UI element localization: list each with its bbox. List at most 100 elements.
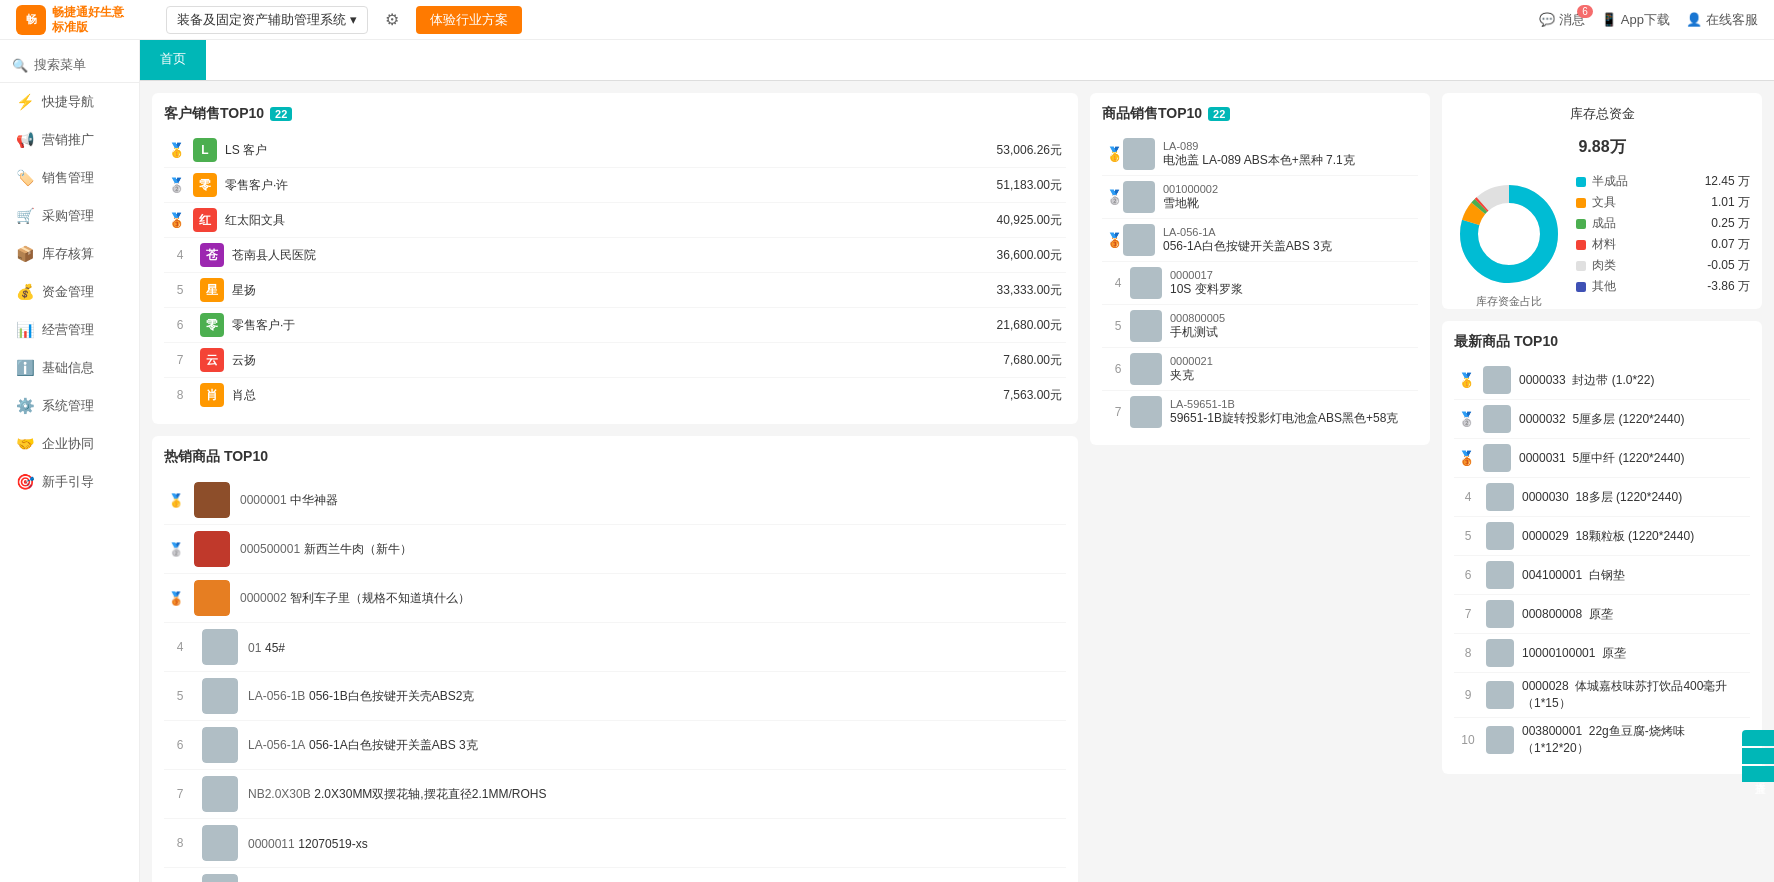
inventory-card: 库存总资金 9.88万 — [1442, 93, 1762, 309]
messages-button[interactable]: 💬 消息 6 — [1539, 11, 1585, 29]
inventory-icon: 📦 — [16, 245, 34, 263]
product-info: 10000100001 原垄 — [1522, 645, 1746, 662]
customer-amount: 7,563.00元 — [1003, 387, 1062, 404]
hot-products-title: 热销商品 TOP10 — [164, 448, 1066, 466]
product-info: LA-59651-1B 59651-1B旋转投影灯电池盒ABS黑色+58克 — [1170, 398, 1414, 427]
sidebar-item-marketing[interactable]: 📢 营销推广 — [0, 121, 139, 159]
rank-number: 7 — [168, 353, 192, 367]
table-row: 6 零 零售客户·于 21,680.00元 — [164, 308, 1066, 343]
customer-ranking-title: 客户销售TOP10 22 — [164, 105, 1066, 123]
topbar-right: 💬 消息 6 📱 App下载 👤 在线客服 — [1539, 11, 1758, 29]
product-image — [194, 531, 230, 567]
system-icon: ⚙️ — [16, 397, 34, 415]
product-info: 003800001 22g鱼豆腐-烧烤味（1*12*20） — [1522, 723, 1746, 757]
table-row: 🥈 零 零售客户·许 51,183.00元 — [164, 168, 1066, 203]
legend-dot — [1576, 177, 1586, 187]
live-button[interactable]: 直播 — [1742, 766, 1774, 782]
donut-chart: 库存资金占比 — [1454, 179, 1564, 289]
rank-medal: 🥈 — [1458, 411, 1475, 427]
app-download-button[interactable]: 📱 App下载 — [1601, 11, 1670, 29]
right-column: 库存总资金 9.88万 — [1442, 93, 1762, 882]
search-menu[interactable]: 🔍 搜索菜单 — [0, 48, 139, 83]
list-item: 🥈 0000032 5厘多层 (1220*2440) — [1454, 400, 1750, 439]
inventory-total-value: 9.88万 — [1454, 127, 1750, 159]
avatar: L — [193, 138, 217, 162]
rank-medal: 🥇 — [168, 493, 184, 508]
customer-amount: 53,006.26元 — [997, 142, 1062, 159]
product-info: LA-056-1A 056-1A白色按键开关盖ABS 3克 — [248, 737, 1062, 754]
table-row: 🥇 L LS 客户 53,006.26元 — [164, 133, 1066, 168]
product-image — [202, 776, 238, 812]
sidebar-item-system[interactable]: ⚙️ 系统管理 — [0, 387, 139, 425]
customer-service-button[interactable]: 客服热线 — [1742, 730, 1774, 746]
sidebar-item-operations[interactable]: 📊 经营管理 — [0, 311, 139, 349]
avatar: 红 — [193, 208, 217, 232]
product-image — [1130, 353, 1162, 385]
rank-number: 5 — [1458, 529, 1478, 543]
layout: 🔍 搜索菜单 ⚡ 快捷导航 📢 营销推广 🏷️ 销售管理 🛒 采购管理 📦 库存… — [0, 40, 1774, 882]
sidebar-item-inventory[interactable]: 📦 库存核算 — [0, 235, 139, 273]
sidebar: 🔍 搜索菜单 ⚡ 快捷导航 📢 营销推广 🏷️ 销售管理 🛒 采购管理 📦 库存… — [0, 40, 140, 882]
legend-item: 肉类 -0.05 万 — [1576, 255, 1750, 276]
rank-number: 4 — [1458, 490, 1478, 504]
rank-medal: 🥉 — [1458, 450, 1475, 466]
product-image — [1483, 405, 1511, 433]
customer-name: 肖总 — [232, 387, 1003, 404]
sidebar-item-guide[interactable]: 🎯 新手引导 — [0, 463, 139, 501]
list-item: 5 LA-056-1B 056-1B白色按键开关壳ABS2克 — [164, 672, 1066, 721]
customer-name: 苍南县人民医院 — [232, 247, 997, 264]
customer-amount: 7,680.00元 — [1003, 352, 1062, 369]
avatar: 肖 — [200, 383, 224, 407]
finance-icon: 💰 — [16, 283, 34, 301]
product-info: 0000030 18多层 (1220*2440) — [1522, 489, 1746, 506]
rank-number: 8 — [168, 836, 192, 850]
online-service-button[interactable]: 👤 在线客服 — [1686, 11, 1758, 29]
brand: 畅 畅捷通好生意 标准版 — [16, 5, 156, 35]
customer-name: 零售客户·于 — [232, 317, 997, 334]
product-image — [1483, 366, 1511, 394]
service-community-button[interactable]: 服务社区 — [1742, 748, 1774, 764]
product-image — [202, 825, 238, 861]
rank-number: 5 — [1106, 319, 1130, 333]
sidebar-item-navigation[interactable]: ⚡ 快捷导航 — [0, 83, 139, 121]
list-item: 9 KK-SD22110H 花语萌恒温分蘸桶袋（厚款） — [164, 868, 1066, 882]
list-item: 9 0000028 体城嘉枝味苏打饮品400毫升（1*15） — [1454, 673, 1750, 718]
collab-icon: 🤝 — [16, 435, 34, 453]
product-image — [1130, 396, 1162, 428]
operations-icon: 📊 — [16, 321, 34, 339]
legend-item: 材料 0.07 万 — [1576, 234, 1750, 255]
list-item: 5 0000029 18颗粒板 (1220*2440) — [1454, 517, 1750, 556]
product-info: 004100001 白钢垫 — [1522, 567, 1746, 584]
marketing-icon: 📢 — [16, 131, 34, 149]
inventory-total-label: 库存总资金 — [1454, 105, 1750, 123]
rank-number: 6 — [168, 738, 192, 752]
product-info: 001000002 雪地靴 — [1163, 183, 1414, 212]
legend-item: 半成品 12.45 万 — [1576, 171, 1750, 192]
basics-icon: ℹ️ — [16, 359, 34, 377]
product-info: 000800008 原垄 — [1522, 606, 1746, 623]
table-row: 5 星 星扬 33,333.00元 — [164, 273, 1066, 308]
table-row: 4 苍 苍南县人民医院 36,600.00元 — [164, 238, 1066, 273]
rank-medal: 🥇 — [1106, 146, 1123, 162]
product-image — [1486, 483, 1514, 511]
nav-tabs: 首页 — [140, 40, 1774, 81]
settings-icon[interactable]: ⚙ — [378, 6, 406, 34]
avatar: 星 — [200, 278, 224, 302]
rank-number: 7 — [1106, 405, 1130, 419]
legend-dot — [1576, 240, 1586, 250]
product-image — [1486, 600, 1514, 628]
avatar: 苍 — [200, 243, 224, 267]
system-selector[interactable]: 装备及固定资产辅助管理系统 ▾ — [166, 6, 368, 34]
sidebar-item-sales[interactable]: 🏷️ 销售管理 — [0, 159, 139, 197]
customer-amount: 36,600.00元 — [997, 247, 1062, 264]
product-info: 0000033 封边带 (1.0*22) — [1519, 372, 1746, 389]
sidebar-item-collab[interactable]: 🤝 企业协同 — [0, 425, 139, 463]
sidebar-item-basics[interactable]: ℹ️ 基础信息 — [0, 349, 139, 387]
sidebar-item-purchase[interactable]: 🛒 采购管理 — [0, 197, 139, 235]
customer-name: 零售客户·许 — [225, 177, 997, 194]
tab-home[interactable]: 首页 — [140, 40, 206, 80]
trial-button[interactable]: 体验行业方案 — [416, 6, 522, 34]
sidebar-item-finance[interactable]: 💰 资金管理 — [0, 273, 139, 311]
list-item: 4 0000030 18多层 (1220*2440) — [1454, 478, 1750, 517]
legend-dot — [1576, 282, 1586, 292]
